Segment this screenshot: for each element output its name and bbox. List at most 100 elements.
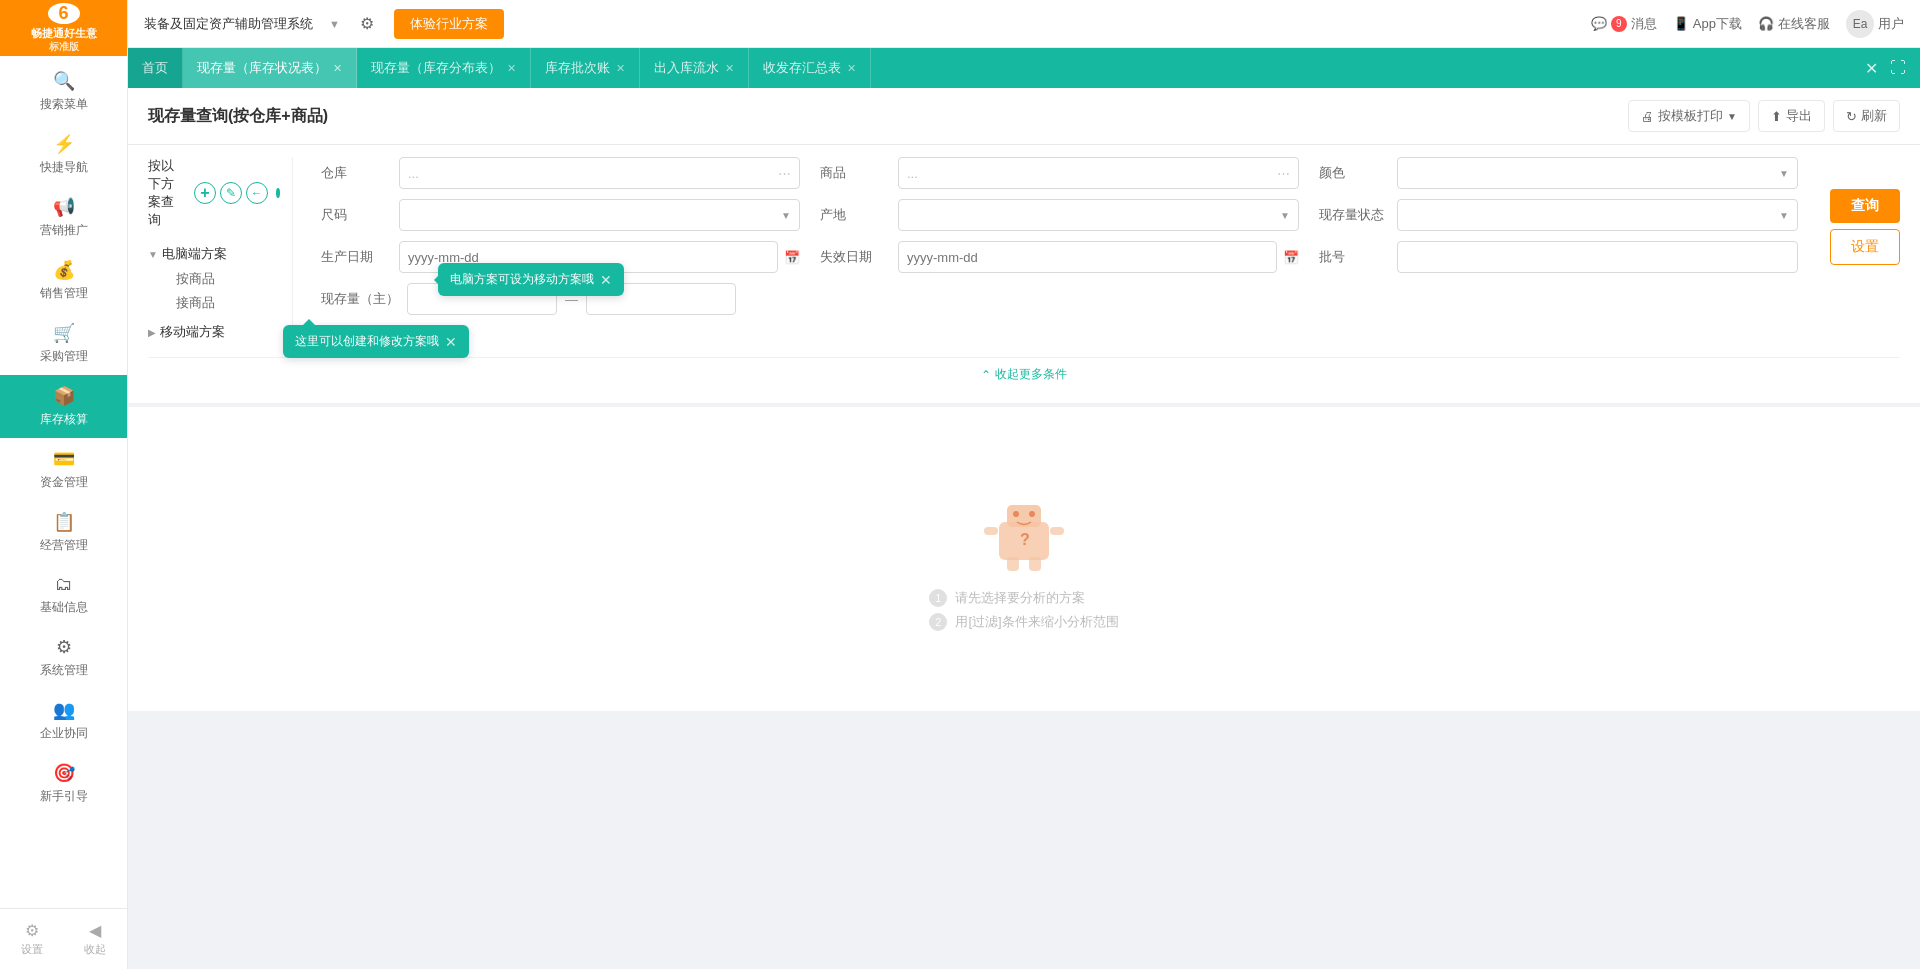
message-btn[interactable]: 💬 9 消息 <box>1591 15 1657 33</box>
export-icon: ⬆ <box>1771 109 1782 124</box>
sidebar-settings-btn[interactable]: ⚙ 设置 <box>17 917 47 961</box>
app-download-btn[interactable]: 📱 App下载 <box>1673 15 1742 33</box>
sidebar-item-enterprise[interactable]: 👥 企业协同 <box>0 689 127 752</box>
tree-group-desktop-header[interactable]: ▼ 电脑端方案 <box>148 241 280 267</box>
page-header-actions: 🖨 按模板打印 ▼ ⬆ 导出 ↻ 刷新 <box>1628 100 1900 132</box>
tab-flow[interactable]: 出入库流水 ✕ <box>640 48 749 88</box>
tab-batch[interactable]: 库存批次账 ✕ <box>531 48 640 88</box>
warehouse-more-icon: ⋯ <box>778 166 791 181</box>
tree-desktop-children: 按商品 接商品 <box>148 267 280 315</box>
tree-leaf-by-product2[interactable]: 接商品 <box>168 291 280 315</box>
query-actions: 查询 设置 <box>1830 157 1900 357</box>
result-area: ? 1 请先选择要分析的方案 2 用[过滤]条件来缩小分析范围 <box>128 407 1920 711</box>
warehouse-input[interactable]: ... ⋯ <box>399 157 800 189</box>
stock-state-label: 现存量状态 <box>1319 206 1389 224</box>
print-btn[interactable]: 🖨 按模板打印 ▼ <box>1628 100 1750 132</box>
collapse-up-icon: ⌃ <box>981 368 991 382</box>
batch-input[interactable] <box>1397 241 1798 273</box>
tab-stock-distribution[interactable]: 现存量（库存分布表） ✕ <box>357 48 531 88</box>
tab-close-icon-2[interactable]: ✕ <box>507 62 516 75</box>
product-label: 商品 <box>820 164 890 182</box>
header-right: 💬 9 消息 📱 App下载 🎧 在线客服 Ea 用户 <box>1591 10 1904 38</box>
tooltip2-close[interactable]: ✕ <box>445 334 457 350</box>
system-icon: ⚙ <box>56 636 72 658</box>
origin-select[interactable]: ▼ <box>898 199 1299 231</box>
system-name-dropdown-icon: ▼ <box>329 18 340 30</box>
export-btn[interactable]: ⬆ 导出 <box>1758 100 1825 132</box>
filter-header: 按以下方案查询 + ✎ ← <box>148 157 280 229</box>
sidebar-item-system[interactable]: ⚙ 系统管理 <box>0 626 127 689</box>
sidebar-item-sales[interactable]: 💰 销售管理 <box>0 249 127 312</box>
tooltip1-close[interactable]: ✕ <box>600 272 612 288</box>
tab-home[interactable]: 首页 <box>128 48 183 88</box>
tab-close-icon-5[interactable]: ✕ <box>847 62 856 75</box>
batch-label: 批号 <box>1319 248 1389 266</box>
reset-btn[interactable]: 设置 <box>1830 229 1900 265</box>
refresh-icon: ↻ <box>1846 109 1857 124</box>
size-dropdown-icon: ▼ <box>781 210 791 221</box>
message-icon: 💬 <box>1591 16 1607 31</box>
tabs-bar: 首页 现存量（库存状况表） ✕ 现存量（库存分布表） ✕ 库存批次账 ✕ 出入库… <box>128 48 1920 88</box>
tree-group-desktop: ▼ 电脑端方案 按商品 接商品 <box>148 241 280 315</box>
sidebar-item-marketing[interactable]: 📢 营销推广 <box>0 186 127 249</box>
empty-steps: 1 请先选择要分析的方案 2 用[过滤]条件来缩小分析范围 <box>929 589 1118 631</box>
sidebar-collapse-btn[interactable]: ◀ 收起 <box>80 917 110 961</box>
scheme-panel: 按以下方案查询 + ✎ ← ▼ 电脑端方案 <box>148 157 293 357</box>
svg-rect-4 <box>984 527 998 535</box>
size-select[interactable]: ▼ <box>399 199 800 231</box>
step-num-2: 2 <box>929 613 947 631</box>
tab-stock-status[interactable]: 现存量（库存状况表） ✕ <box>183 48 357 88</box>
tab-close-all-icon[interactable]: ✕ <box>1863 57 1880 80</box>
prod-date-calendar-icon[interactable]: 📅 <box>784 250 800 265</box>
empty-illustration: ? <box>979 487 1069 577</box>
tab-close-icon-4[interactable]: ✕ <box>725 62 734 75</box>
exp-date-calendar-icon[interactable]: 📅 <box>1283 250 1299 265</box>
collapse-bar[interactable]: ⌃ 收起更多条件 <box>148 357 1900 391</box>
tab-close-icon-3[interactable]: ✕ <box>616 62 625 75</box>
tab-maximize-icon[interactable]: ⛶ <box>1888 57 1908 79</box>
stock-state-select[interactable]: ▼ <box>1397 199 1798 231</box>
basic-info-icon: 🗂 <box>55 574 73 595</box>
sidebar-item-search[interactable]: 🔍 搜索菜单 <box>0 60 127 123</box>
add-scheme-btn[interactable]: + <box>194 182 216 204</box>
tabs-right-btns: ✕ ⛶ <box>1863 57 1920 80</box>
empty-step-2: 2 用[过滤]条件来缩小分析范围 <box>929 613 1118 631</box>
content-area: 现存量查询(按仓库+商品) 🖨 按模板打印 ▼ ⬆ 导出 ↻ 刷新 <box>128 88 1920 969</box>
page-header: 现存量查询(按仓库+商品) 🖨 按模板打印 ▼ ⬆ 导出 ↻ 刷新 <box>128 88 1920 145</box>
product-input[interactable]: ... ⋯ <box>898 157 1299 189</box>
header: 装备及固定资产辅助管理系统 ▼ ⚙ 体验行业方案 💬 9 消息 📱 App下载 … <box>128 0 1920 48</box>
warehouse-label: 仓库 <box>321 164 391 182</box>
svg-point-3 <box>1029 511 1035 517</box>
sidebar-item-inventory[interactable]: 📦 库存核算 <box>0 375 127 438</box>
filter-row-origin: 产地 ▼ <box>820 199 1299 231</box>
tree-leaf-by-product[interactable]: 按商品 <box>168 267 280 291</box>
sidebar-item-purchase[interactable]: 🛒 采购管理 <box>0 312 127 375</box>
stock-main-label: 现存量（主） <box>321 290 399 308</box>
color-select[interactable]: ▼ <box>1397 157 1798 189</box>
experience-btn[interactable]: 体验行业方案 <box>394 9 504 39</box>
origin-label: 产地 <box>820 206 890 224</box>
sidebar-item-nav[interactable]: ⚡ 快捷导航 <box>0 123 127 186</box>
tab-summary[interactable]: 收发存汇总表 ✕ <box>749 48 871 88</box>
sidebar-item-finance[interactable]: 💳 资金管理 <box>0 438 127 501</box>
sidebar-item-basic-info[interactable]: 🗂 基础信息 <box>0 564 127 626</box>
filter-grid: 仓库 ... ⋯ 商品 ... ⋯ <box>321 157 1798 273</box>
search-icon: 🔍 <box>53 70 75 92</box>
collapse-icon: ◀ <box>89 921 101 940</box>
filter-row-stock-state: 现存量状态 ▼ <box>1319 199 1798 231</box>
user-area[interactable]: Ea 用户 <box>1846 10 1904 38</box>
edit-scheme-btn[interactable]: ✎ <box>220 182 242 204</box>
purchase-icon: 🛒 <box>53 322 75 344</box>
refresh-btn[interactable]: ↻ 刷新 <box>1833 100 1900 132</box>
query-btn[interactable]: 查询 <box>1830 189 1900 223</box>
settings-icon[interactable]: ⚙ <box>356 10 378 37</box>
sidebar-item-guide[interactable]: 🎯 新手引导 <box>0 752 127 815</box>
color-label: 颜色 <box>1319 164 1389 182</box>
online-service-btn[interactable]: 🎧 在线客服 <box>1758 15 1830 33</box>
back-scheme-btn[interactable]: ← <box>246 182 268 204</box>
tab-close-icon[interactable]: ✕ <box>333 62 342 75</box>
sidebar-item-operations[interactable]: 📋 经营管理 <box>0 501 127 564</box>
exp-date-input[interactable] <box>898 241 1277 273</box>
tree-group-mobile-header[interactable]: ▶ 移动端方案 <box>148 319 280 345</box>
guide-icon: 🎯 <box>53 762 75 784</box>
